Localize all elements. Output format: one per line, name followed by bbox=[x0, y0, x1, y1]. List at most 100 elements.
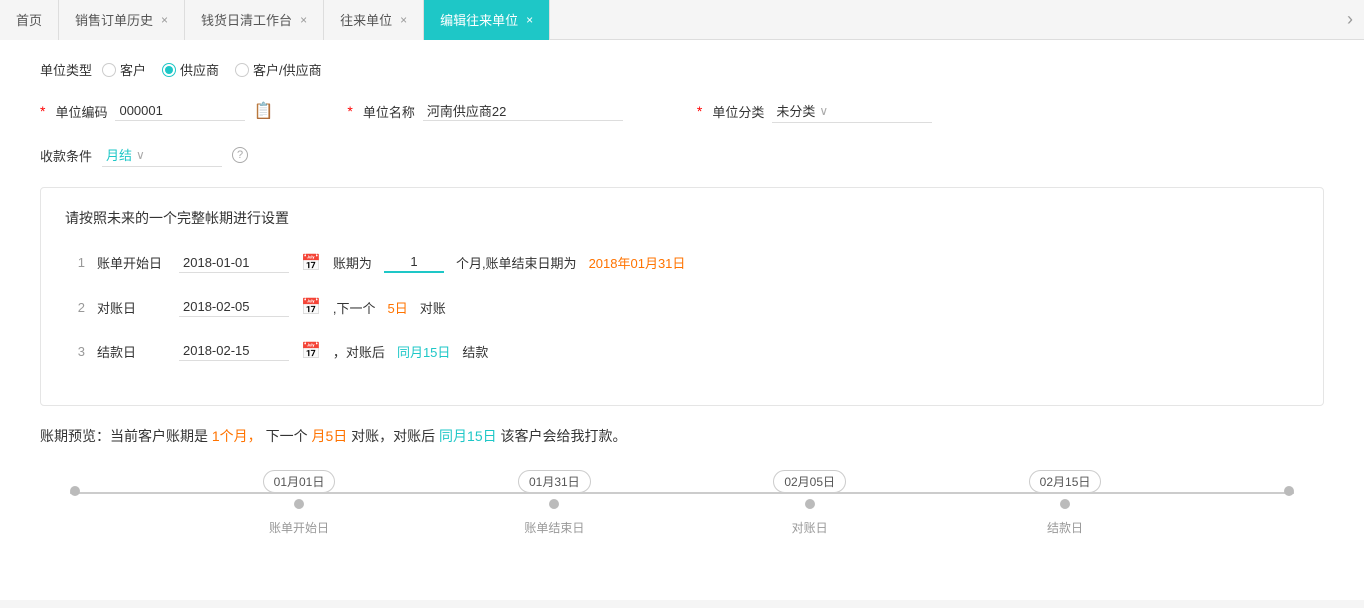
unit-name-required: * bbox=[347, 103, 352, 119]
unit-category-value: 未分类 bbox=[776, 101, 815, 120]
unit-name-input[interactable] bbox=[423, 101, 623, 121]
billing-end-date: 2018年01月31日 bbox=[589, 253, 686, 272]
timeline-node-1-label: 账单开始日 bbox=[269, 519, 329, 536]
payment-terms-dropdown[interactable]: 月结 ∨ bbox=[102, 143, 222, 167]
timeline-node-3-badge: 02月05日 bbox=[773, 470, 846, 493]
row-1-period-prefix: 账期为 bbox=[333, 253, 372, 272]
row-3-label: 结款日 bbox=[97, 342, 167, 361]
row-3-highlight: 同月15日 bbox=[397, 342, 450, 361]
tab-expand-button[interactable]: › bbox=[1344, 9, 1364, 30]
billing-row-1: 1 账单开始日 📅 账期为 个月,账单结束日期为 2018年01月31日 bbox=[65, 252, 1299, 273]
timeline-node-4-label: 结款日 bbox=[1047, 519, 1083, 536]
unit-category-required: * bbox=[697, 103, 702, 119]
period-months-input[interactable] bbox=[384, 252, 444, 273]
tab-cash-desk-close[interactable]: × bbox=[300, 13, 307, 27]
row-2-suffix: 对账 bbox=[420, 298, 446, 317]
timeline-node-4: 02月15日 结款日 bbox=[1029, 470, 1102, 536]
radio-supplier-circle bbox=[162, 63, 176, 77]
preview-part2-suffix: 对账，对账后 bbox=[351, 428, 435, 444]
main-content: 单位类型 客户 供应商 客户/供应商 * 单位编码 📋 * 单位名称 bbox=[0, 40, 1364, 600]
timeline-node-1: 01月01日 账单开始日 bbox=[263, 470, 336, 536]
timeline-node-4-dot bbox=[1060, 499, 1070, 509]
row-1-num: 1 bbox=[65, 255, 85, 270]
payment-terms-row: 收款条件 月结 ∨ ? bbox=[40, 143, 1324, 167]
tab-home-label: 首页 bbox=[16, 10, 42, 29]
tab-sales-history-close[interactable]: × bbox=[161, 13, 168, 27]
tab-edit-partner[interactable]: 编辑往来单位 × bbox=[424, 0, 550, 40]
unit-category-label: 单位分类 bbox=[712, 102, 764, 121]
payment-date-input[interactable] bbox=[179, 341, 289, 361]
timeline-node-3-label: 对账日 bbox=[792, 519, 828, 536]
row-2-label: 对账日 bbox=[97, 298, 167, 317]
radio-customer-label: 客户 bbox=[120, 60, 146, 79]
section-title: 请按照未来的一个完整帐期进行设置 bbox=[65, 208, 1299, 228]
tab-sales-history[interactable]: 销售订单历史 × bbox=[59, 0, 185, 40]
tab-cash-desk-label: 钱货日清工作台 bbox=[201, 10, 292, 29]
tab-sales-history-label: 销售订单历史 bbox=[75, 10, 153, 29]
preview-prefix: 账期预览：当前客户账期是 bbox=[40, 428, 208, 444]
timeline-node-3-dot bbox=[805, 499, 815, 509]
tab-partner-units[interactable]: 往来单位 × bbox=[324, 0, 424, 40]
row-2-num: 2 bbox=[65, 300, 85, 315]
timeline-left-dot bbox=[70, 486, 80, 496]
tab-cash-desk[interactable]: 钱货日清工作台 × bbox=[185, 0, 324, 40]
radio-both[interactable]: 客户/供应商 bbox=[235, 60, 322, 79]
tab-edit-partner-close[interactable]: × bbox=[526, 13, 533, 27]
unit-info-row: * 单位编码 📋 * 单位名称 * 单位分类 未分类 ∨ bbox=[40, 99, 1324, 123]
row-3-suffix: 结款 bbox=[462, 342, 488, 361]
reconciliation-date-input[interactable] bbox=[179, 297, 289, 317]
radio-supplier-label: 供应商 bbox=[180, 60, 219, 79]
unit-category-dropdown[interactable]: 未分类 ∨ bbox=[772, 99, 932, 123]
row-2-highlight: 5日 bbox=[388, 298, 408, 317]
timeline-right-dot bbox=[1284, 486, 1294, 496]
payment-cal-icon[interactable]: 📅 bbox=[301, 341, 321, 361]
timeline-node-2-label: 账单结束日 bbox=[524, 519, 584, 536]
reconciliation-cal-icon[interactable]: 📅 bbox=[301, 297, 321, 317]
billing-start-date-input[interactable] bbox=[179, 253, 289, 273]
row-3-num: 3 bbox=[65, 344, 85, 359]
radio-supplier[interactable]: 供应商 bbox=[162, 60, 219, 79]
timeline-node-2-dot bbox=[549, 499, 559, 509]
preview-part3-suffix: 该客户会给我打款。 bbox=[501, 428, 627, 444]
unit-code-input[interactable] bbox=[115, 101, 245, 121]
unit-code-required: * bbox=[40, 103, 45, 119]
timeline-node-1-dot bbox=[294, 499, 304, 509]
unit-type-label: 单位类型 bbox=[40, 60, 92, 79]
billing-row-3: 3 结款日 📅 ，对账后 同月15日 结款 bbox=[65, 341, 1299, 361]
payment-terms-arrow-icon: ∨ bbox=[136, 148, 145, 162]
unit-category-group: * 单位分类 未分类 ∨ bbox=[697, 99, 932, 123]
preview-text: 账期预览：当前客户账期是 1个月， 下一个 月5日 对账，对账后 同月15日 该… bbox=[40, 426, 1324, 446]
timeline-node-2-badge: 01月31日 bbox=[518, 470, 591, 493]
radio-both-circle bbox=[235, 63, 249, 77]
payment-terms-help-icon[interactable]: ? bbox=[232, 147, 248, 163]
tab-edit-partner-label: 编辑往来单位 bbox=[440, 10, 518, 29]
row-2-prefix: ,下一个 bbox=[333, 298, 376, 317]
unit-code-label: 单位编码 bbox=[55, 102, 107, 121]
billing-section: 请按照未来的一个完整帐期进行设置 1 账单开始日 📅 账期为 个月,账单结束日期… bbox=[40, 187, 1324, 406]
radio-customer[interactable]: 客户 bbox=[102, 60, 146, 79]
radio-group-unit-type: 客户 供应商 客户/供应商 bbox=[102, 60, 322, 79]
preview-part2-prefix: 下一个 bbox=[266, 428, 308, 444]
tab-partner-units-close[interactable]: × bbox=[400, 13, 407, 27]
unit-category-arrow-icon: ∨ bbox=[819, 104, 828, 118]
row-1-label: 账单开始日 bbox=[97, 253, 167, 272]
unit-code-copy-icon[interactable]: 📋 bbox=[253, 101, 273, 121]
billing-row-2: 2 对账日 📅 ,下一个 5日 对账 bbox=[65, 297, 1299, 317]
preview-part3-highlight: 同月15日 bbox=[439, 428, 497, 444]
tab-home[interactable]: 首页 bbox=[0, 0, 59, 40]
timeline-node-4-badge: 02月15日 bbox=[1029, 470, 1102, 493]
payment-terms-value: 月结 bbox=[106, 145, 132, 164]
tab-partner-units-label: 往来单位 bbox=[340, 10, 392, 29]
row-3-prefix: ，对账后 bbox=[333, 342, 385, 361]
row-1-period-suffix: 个月,账单结束日期为 bbox=[456, 253, 577, 272]
unit-type-row: 单位类型 客户 供应商 客户/供应商 bbox=[40, 60, 1324, 79]
preview-part2-highlight: 月5日 bbox=[311, 428, 347, 444]
timeline-node-3: 02月05日 对账日 bbox=[773, 470, 846, 536]
radio-both-label: 客户/供应商 bbox=[253, 60, 322, 79]
timeline-node-1-badge: 01月01日 bbox=[263, 470, 336, 493]
billing-start-cal-icon[interactable]: 📅 bbox=[301, 253, 321, 273]
payment-terms-label: 收款条件 bbox=[40, 146, 92, 165]
radio-customer-circle bbox=[102, 63, 116, 77]
timeline-node-2: 01月31日 账单结束日 bbox=[518, 470, 591, 536]
tab-bar: 首页 销售订单历史 × 钱货日清工作台 × 往来单位 × 编辑往来单位 × › bbox=[0, 0, 1364, 40]
